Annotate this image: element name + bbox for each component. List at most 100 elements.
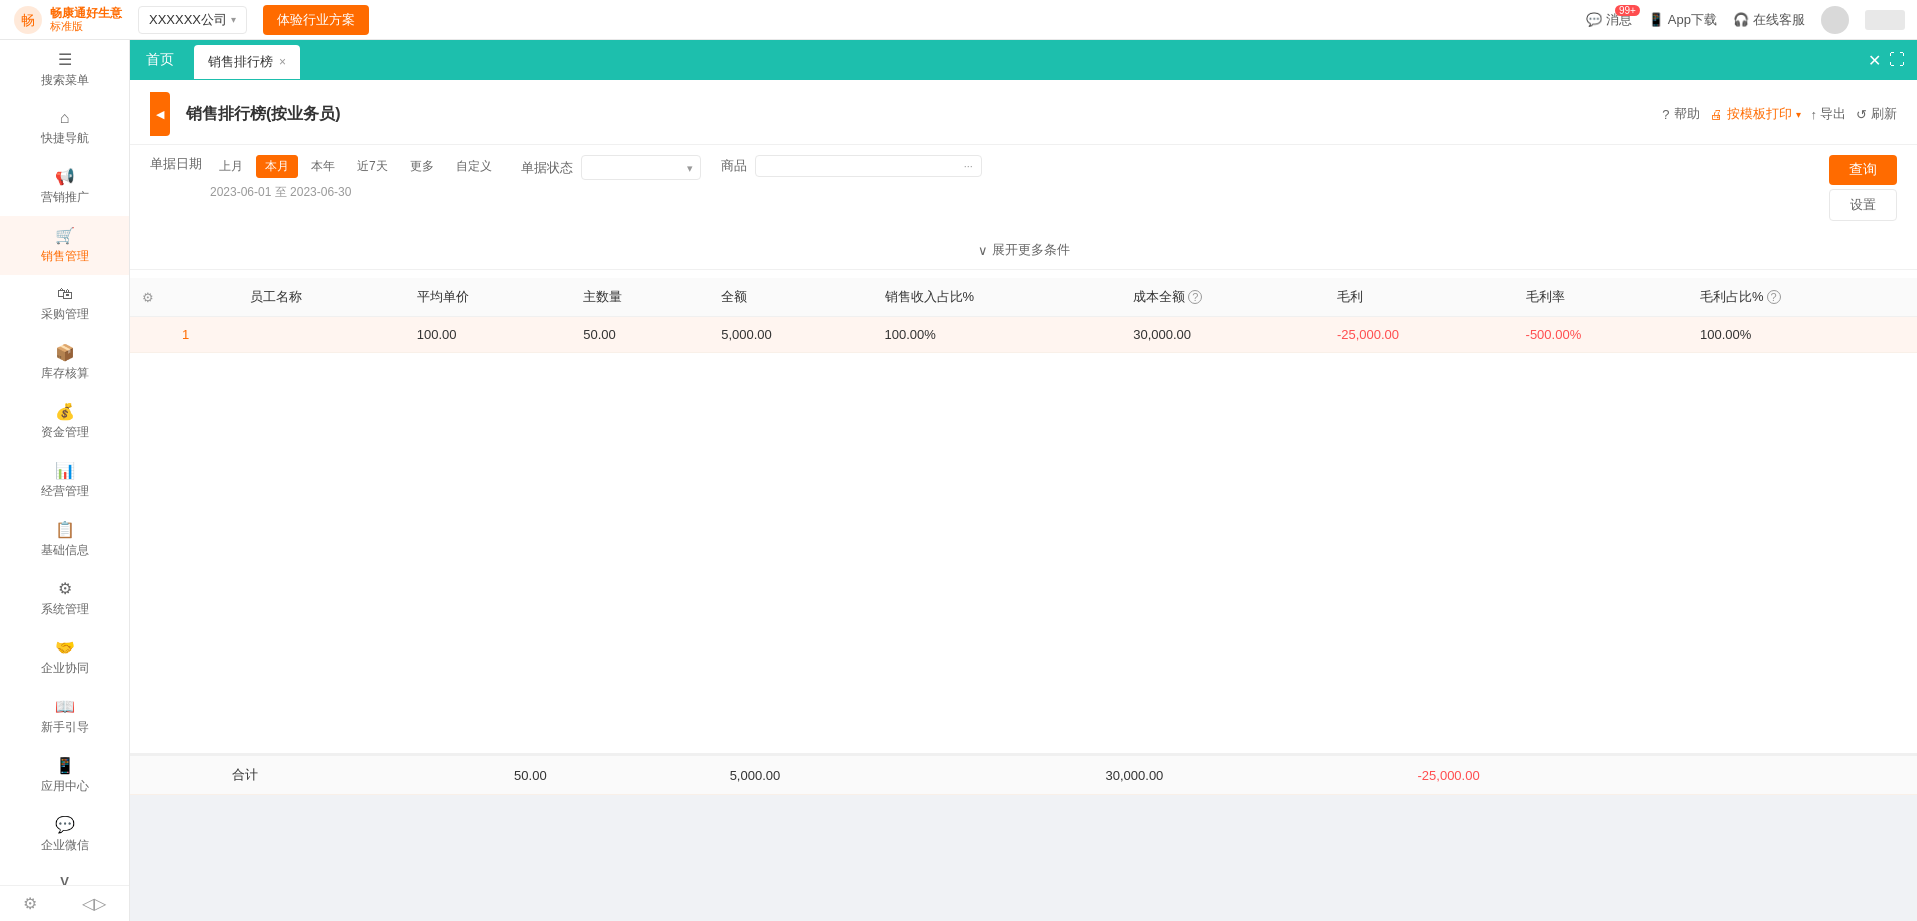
profit-pct-help-icon[interactable]: ? [1767, 290, 1781, 304]
sidebar-item-inventory-label: 库存核算 [41, 365, 89, 382]
basics-icon: 📋 [55, 520, 75, 539]
wechat-icon: 💬 [55, 815, 75, 834]
sidebar-item-appstore[interactable]: 📱 应用中心 [0, 746, 129, 805]
print-dropdown-icon: ▾ [1796, 109, 1801, 120]
query-button[interactable]: 查询 [1829, 155, 1897, 185]
tab-close-icon[interactable]: × [279, 55, 286, 69]
sidebar-item-finance[interactable]: 💰 资金管理 [0, 392, 129, 451]
date-tab-thismonth[interactable]: 本月 [256, 155, 298, 178]
tab-home[interactable]: 首页 [130, 40, 190, 80]
status-filter-label: 单据状态 [521, 159, 573, 177]
help-btn[interactable]: ? 帮助 [1662, 105, 1699, 123]
logo-icon: 畅 [12, 4, 44, 36]
row-profit-pct: 100.00% [1688, 317, 1917, 353]
row-name [238, 317, 404, 353]
sidebar-settings-icon[interactable]: ⚙ [23, 894, 37, 913]
filter-collapse-btn[interactable]: ◀ [150, 92, 170, 136]
print-btn[interactable]: 🖨 按模板打印 ▾ [1710, 105, 1801, 123]
search-menu-icon: ☰ [58, 50, 72, 69]
sidebar-item-wechat-label: 企业微信 [41, 837, 89, 854]
sidebar-item-search[interactable]: ☰ 搜索菜单 [0, 40, 129, 99]
sidebar-item-member[interactable]: V 畅会员 [0, 864, 129, 885]
export-btn[interactable]: ↑ 导出 [1811, 105, 1847, 123]
avatar[interactable] [1821, 6, 1849, 34]
svg-text:畅: 畅 [21, 12, 35, 28]
tab-minimize-btn[interactable]: ✕ [1868, 51, 1881, 70]
print-label: 按模板打印 [1727, 105, 1792, 123]
tab-expand-btn[interactable]: ⛶ [1889, 51, 1905, 69]
sidebar-item-guide[interactable]: 📖 新手引导 [0, 687, 129, 746]
company-select[interactable]: XXXXXX公司 ▾ [138, 6, 247, 34]
marketing-icon: 📢 [55, 167, 75, 186]
logo: 畅 畅康通好生意 标准版 [12, 4, 122, 36]
online-service-label: 在线客服 [1753, 11, 1805, 29]
sidebar-nav: ☰ 搜索菜单 ⌂ 快捷导航 📢 营销推广 🛒 销售管理 🛍 采购管理 [0, 40, 129, 885]
tab-ranking[interactable]: 销售排行榜 × [194, 45, 300, 79]
sales-icon: 🛒 [55, 226, 75, 245]
sidebar-item-enterprise[interactable]: 🤝 企业协同 [0, 628, 129, 687]
sidebar-item-nav-label: 快捷导航 [41, 130, 89, 147]
date-tabs: 上月 本月 本年 近7天 更多 自定义 [210, 155, 501, 178]
status-filter-select[interactable] [581, 155, 701, 180]
expand-conditions-btn[interactable]: ∨ 展开更多条件 [966, 237, 1082, 263]
online-service-btn[interactable]: 🎧 在线客服 [1733, 11, 1805, 29]
messages-btn[interactable]: 💬 消息 99+ [1586, 11, 1632, 29]
enterprise-icon: 🤝 [55, 638, 75, 657]
sidebar-item-purchase-label: 采购管理 [41, 306, 89, 323]
sidebar-item-purchase[interactable]: 🛍 采购管理 [0, 275, 129, 333]
row-avg-price: 100.00 [405, 317, 571, 353]
date-tab-more[interactable]: 更多 [401, 155, 443, 178]
date-tab-lastmonth[interactable]: 上月 [210, 155, 252, 178]
total-profit: -25,000.00 [1406, 755, 1734, 795]
total-profit-rate-cell [1734, 755, 1825, 795]
sidebar-item-nav[interactable]: ⌂ 快捷导航 [0, 99, 129, 157]
trial-button[interactable]: 体验行业方案 [263, 5, 369, 35]
sidebar-item-basics[interactable]: 📋 基础信息 [0, 510, 129, 569]
home-icon: ⌂ [60, 109, 70, 127]
export-label: 导出 [1820, 105, 1846, 123]
finance-icon: 💰 [55, 402, 75, 421]
username-text [1865, 10, 1905, 30]
total-qty: 50.00 [502, 755, 718, 795]
col-settings-icon[interactable]: ⚙ [142, 290, 154, 305]
total-sales-pct-cell [1002, 755, 1093, 795]
app-download-btn[interactable]: 📱 App下载 [1648, 11, 1717, 29]
col-profit-pct: 毛利占比%? [1688, 278, 1917, 317]
row-sales-pct: 100.00% [873, 317, 1122, 353]
help-icon: ? [1662, 107, 1669, 122]
headset-icon: 🎧 [1733, 12, 1749, 27]
sidebar-collapse-icon[interactable]: ◁▷ [82, 894, 106, 913]
date-tab-7days[interactable]: 近7天 [348, 155, 397, 178]
cost-help-icon[interactable]: ? [1188, 290, 1202, 304]
page-title: 销售排行榜(按业务员) [186, 104, 341, 125]
col-settings[interactable]: ⚙ [130, 278, 170, 317]
tab-ranking-label: 销售排行榜 [208, 53, 273, 71]
goods-more-icon[interactable]: ··· [964, 160, 973, 172]
sidebar-item-inventory[interactable]: 📦 库存核算 [0, 333, 129, 392]
message-icon: 💬 [1586, 12, 1602, 27]
total-row: 合计 50.00 5,000.00 30,000.00 -25,000.00 [130, 755, 1917, 795]
system-icon: ⚙ [58, 579, 72, 598]
company-name: XXXXXX公司 [149, 11, 227, 29]
settings-button[interactable]: 设置 [1829, 189, 1897, 221]
col-avg-price: 平均单价 [405, 278, 571, 317]
company-dropdown-icon: ▾ [231, 14, 236, 25]
appstore-icon: 📱 [55, 756, 75, 775]
refresh-btn[interactable]: ↺ 刷新 [1856, 105, 1897, 123]
date-tab-custom[interactable]: 自定义 [447, 155, 501, 178]
date-tab-thisyear[interactable]: 本年 [302, 155, 344, 178]
sidebar-item-sales[interactable]: 🛒 销售管理 [0, 216, 129, 275]
sidebar-item-system[interactable]: ⚙ 系统管理 [0, 569, 129, 628]
col-rank [170, 278, 238, 317]
date-range: 2023-06-01 至 2023-06-30 [210, 184, 501, 201]
sidebar-item-operations[interactable]: 📊 经营管理 [0, 451, 129, 510]
sidebar-item-search-label: 搜索菜单 [41, 72, 89, 89]
goods-filter[interactable]: ··· [755, 155, 982, 177]
sidebar-item-marketing[interactable]: 📢 营销推广 [0, 157, 129, 216]
expand-label: 展开更多条件 [992, 241, 1070, 259]
guide-icon: 📖 [55, 697, 75, 716]
sidebar-item-wechat[interactable]: 💬 企业微信 [0, 805, 129, 864]
date-filter-label: 单据日期 [150, 155, 202, 173]
app-download-icon: 📱 [1648, 12, 1664, 27]
sidebar-item-marketing-label: 营销推广 [41, 189, 89, 206]
